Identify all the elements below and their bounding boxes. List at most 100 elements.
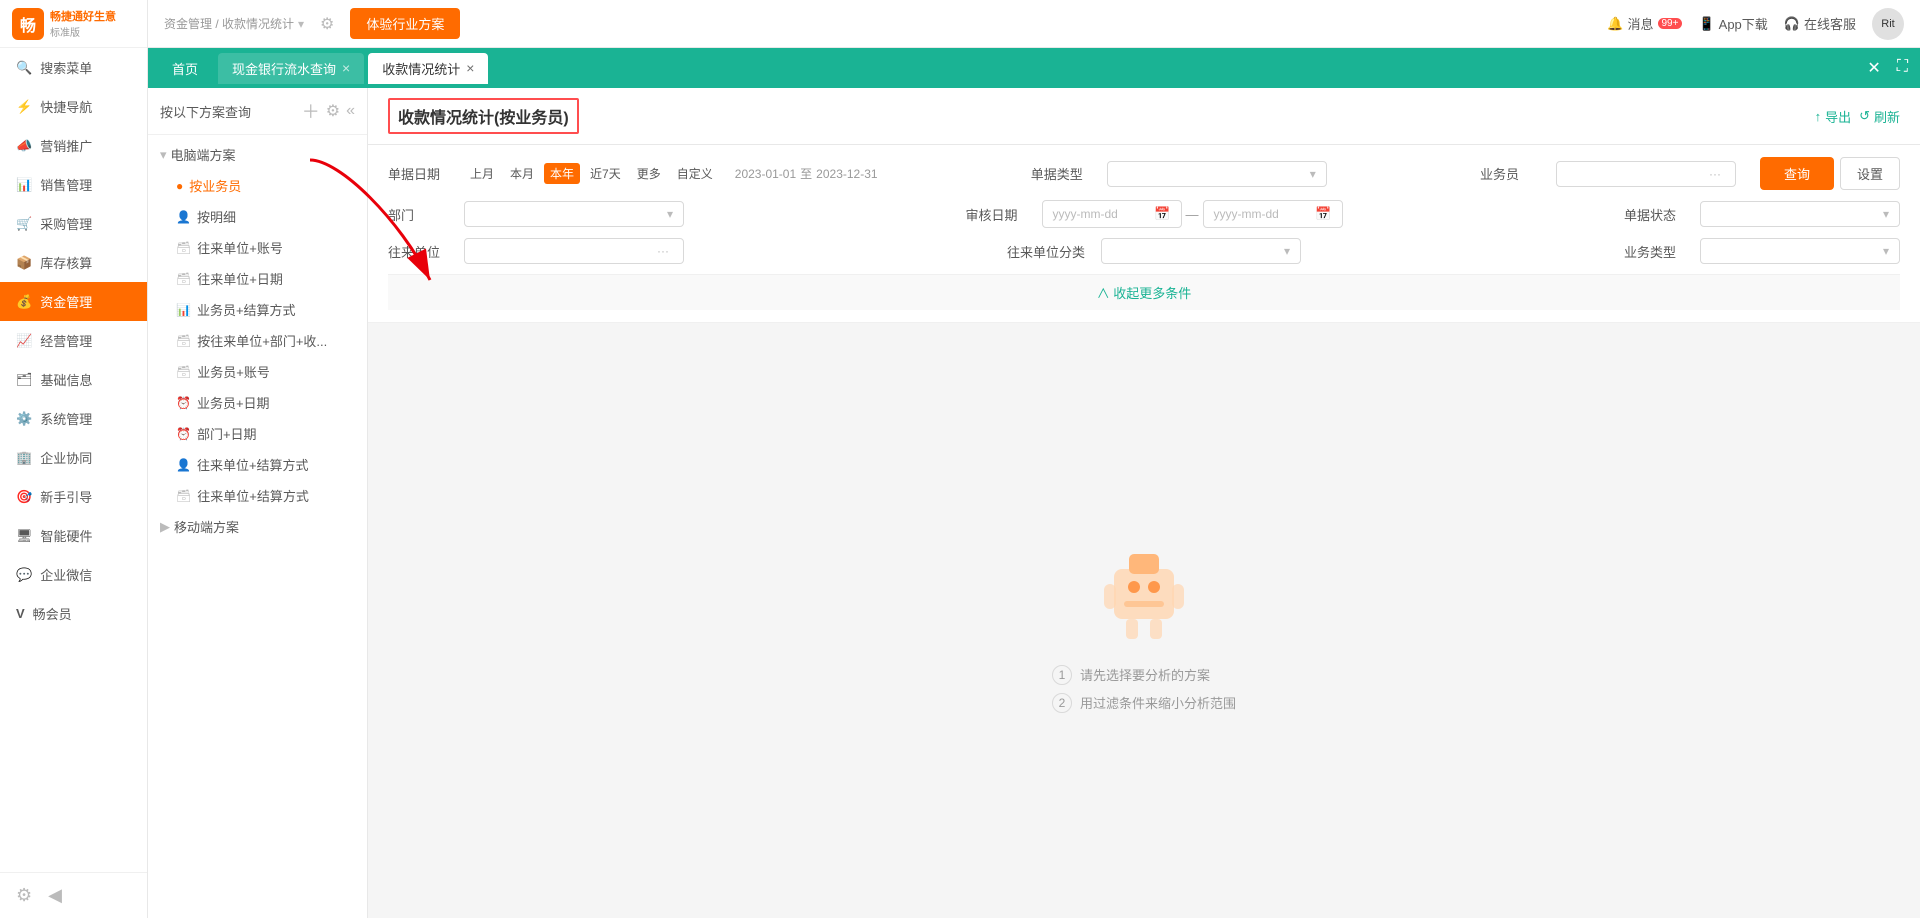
nav-operations[interactable]: 📈 经营管理 [0,321,147,360]
date-shortcut-7days[interactable]: 近7天 [584,163,627,184]
empty-illustration [1084,529,1204,649]
settings-btn[interactable]: 设置 [1840,157,1900,190]
online-service-btn[interactable]: 🎧 在线客服 [1784,14,1856,33]
query-btn[interactable]: 查询 [1760,157,1834,190]
refresh-btn[interactable]: ↺ 刷新 [1859,107,1900,126]
calendar-from-icon[interactable]: 📅 [1154,206,1170,222]
doc-type-select[interactable]: ▾ [1107,161,1327,187]
scheme-group-title-pc[interactable]: ▾ 电脑端方案 [148,139,367,170]
settings-gear-icon[interactable]: ⚙ [16,885,32,906]
scheme-settings-icon[interactable]: ⚙ [326,101,340,121]
salesperson-more-icon[interactable]: ··· [1709,167,1721,181]
nav-label: 采购管理 [40,214,92,233]
tab-bank-flow[interactable]: 现金银行流水查询 × [218,53,364,84]
app-download-btn[interactable]: 📱 App下载 [1698,14,1767,33]
scheme-item-label: 业务员+日期 [197,393,270,412]
nav-purchase[interactable]: 🛒 采购管理 [0,204,147,243]
scheme-item-salesperson-settlement[interactable]: 📊 业务员+结算方式 [148,294,367,325]
nav-enterprise[interactable]: 🏢 企业协同 [0,438,147,477]
date-shortcut-last-month[interactable]: 上月 [464,163,500,184]
scheme-item-unit-settlement2[interactable]: 🗃 往来单位+结算方式 [148,480,367,511]
window-expand-icon[interactable]: ⛶ [1893,54,1912,82]
review-date-from[interactable]: yyyy-mm-dd 📅 [1042,200,1182,228]
messages-label: 消息 [1627,14,1653,33]
trial-btn[interactable]: 体验行业方案 [350,8,460,39]
step-1-num: 1 [1052,665,1072,685]
partner-category-label: 往来单位分类 [1007,242,1085,261]
edition-badge: 标准版 [50,24,116,39]
nav-label: 新手引导 [40,487,92,506]
user-avatar[interactable]: Rit [1872,8,1904,40]
empty-step-2: 2 用过滤条件来缩小分析范围 [1052,693,1236,713]
receipt-stats-close-icon[interactable]: × [466,60,474,76]
tab-home[interactable]: 首页 [156,51,214,86]
business-type-select[interactable]: ▾ [1700,238,1900,264]
scheme-item-salesperson-account[interactable]: 🗃 业务员+账号 [148,356,367,387]
nav-member[interactable]: V 畅会员 [0,594,147,633]
nav-guide[interactable]: 🎯 新手引导 [0,477,147,516]
receipt-stats-tab-label: 收款情况统计 [382,59,460,78]
nav-finance[interactable]: 💰 资金管理 [0,282,147,321]
scheme-active-icon: ● [176,179,183,193]
sidebar: 畅 畅捷通好生意 标准版 🔍 搜索菜单 ⚡ 快捷导航 📣 营销推广 📊 销售管理… [0,0,148,918]
unit-settlement2-icon: 🗃 [176,489,191,503]
date-shortcut-custom[interactable]: 自定义 [671,163,719,184]
guide-icon: 🎯 [16,489,32,505]
collapse-more-btn[interactable]: ∧ 收起更多条件 [388,274,1900,310]
add-scheme-icon[interactable]: ＋ [302,98,320,124]
date-label: 单据日期 [388,164,448,183]
scheme-item-unit-dept-receipt[interactable]: 🗃 按往来单位+部门+收... [148,325,367,356]
scheme-item-label: 业务员+账号 [197,362,270,381]
page-actions: ↑ 导出 ↺ 刷新 [1815,107,1900,126]
breadcrumb-dropdown-icon[interactable]: ▾ [298,17,304,31]
salesperson-select[interactable]: ··· [1556,161,1736,187]
partner-select[interactable]: ··· [464,238,684,264]
partner-more-icon[interactable]: ··· [657,244,669,258]
review-date-to[interactable]: yyyy-mm-dd 📅 [1203,200,1343,228]
nav-marketing[interactable]: 📣 营销推广 [0,126,147,165]
dept-date-icon: ⏰ [176,427,191,441]
doc-status-select[interactable]: ▾ [1700,201,1900,227]
scheme-list: ▾ 电脑端方案 ● 按业务员 👤 按明细 🗃 往来单位+账号 [148,135,367,918]
partner-category-select[interactable]: ▾ [1101,238,1301,264]
date-shortcut-more[interactable]: 更多 [631,163,667,184]
window-minimize-icon[interactable]: ✕ [1863,54,1884,82]
nav-wechat[interactable]: 💬 企业微信 [0,555,147,594]
scheme-group-title-mobile[interactable]: ▶ 移动端方案 [148,511,367,542]
messages-btn[interactable]: 🔔 消息 99+ [1607,14,1682,33]
nav-sales[interactable]: 📊 销售管理 [0,165,147,204]
nav-quick-nav[interactable]: ⚡ 快捷导航 [0,87,147,126]
scheme-item-by-salesperson[interactable]: ● 按业务员 [148,170,367,201]
scheme-item-dept-date[interactable]: ⏰ 部门+日期 [148,418,367,449]
calendar-to-icon[interactable]: 📅 [1315,206,1331,222]
salesperson-settlement-icon: 📊 [176,303,191,317]
result-area: 1 请先选择要分析的方案 2 用过滤条件来缩小分析范围 [368,323,1920,918]
finance-icon: 💰 [16,294,32,310]
group-label: 电脑端方案 [171,145,236,164]
date-shortcut-this-month[interactable]: 本月 [504,163,540,184]
date-shortcut-this-year[interactable]: 本年 [544,163,580,184]
tab-bar: 首页 现金银行流水查询 × 收款情况统计 × ✕ ⛶ [148,48,1920,88]
nav-base-info[interactable]: 🗂 基础信息 [0,360,147,399]
empty-steps: 1 请先选择要分析的方案 2 用过滤条件来缩小分析范围 [1052,665,1236,713]
scheme-item-unit-date[interactable]: 🗃 往来单位+日期 [148,263,367,294]
scheme-item-salesperson-date[interactable]: ⏰ 业务员+日期 [148,387,367,418]
tab-receipt-stats[interactable]: 收款情况统计 × [368,53,488,84]
nav-search-menu[interactable]: 🔍 搜索菜单 [0,48,147,87]
collapse-sidebar-icon[interactable]: ◀ [48,885,62,906]
filter-row-3: 往来单位 ··· 往来单位分类 ▾ 业务类型 ▾ [388,238,1900,264]
scheme-collapse-icon[interactable]: « [346,102,355,120]
scheme-item-by-detail[interactable]: 👤 按明细 [148,201,367,232]
topbar-gear-icon[interactable]: ⚙ [320,14,334,34]
scheme-item-unit-account[interactable]: 🗃 往来单位+账号 [148,232,367,263]
nav-label: 智能硬件 [41,526,93,545]
export-btn[interactable]: ↑ 导出 [1815,107,1852,126]
nav-hardware[interactable]: 🖥 智能硬件 [0,516,147,555]
dept-select[interactable]: ▾ [464,201,684,227]
nav-inventory[interactable]: 📦 库存核算 [0,243,147,282]
content-area: 按以下方案查询 ＋ ⚙ « ▾ 电脑端方案 ● 按业务员 [148,88,1920,918]
nav-system[interactable]: ⚙️ 系统管理 [0,399,147,438]
dept-label: 部门 [388,205,448,224]
bank-flow-close-icon[interactable]: × [342,60,350,76]
scheme-item-unit-settlement1[interactable]: 👤 往来单位+结算方式 [148,449,367,480]
